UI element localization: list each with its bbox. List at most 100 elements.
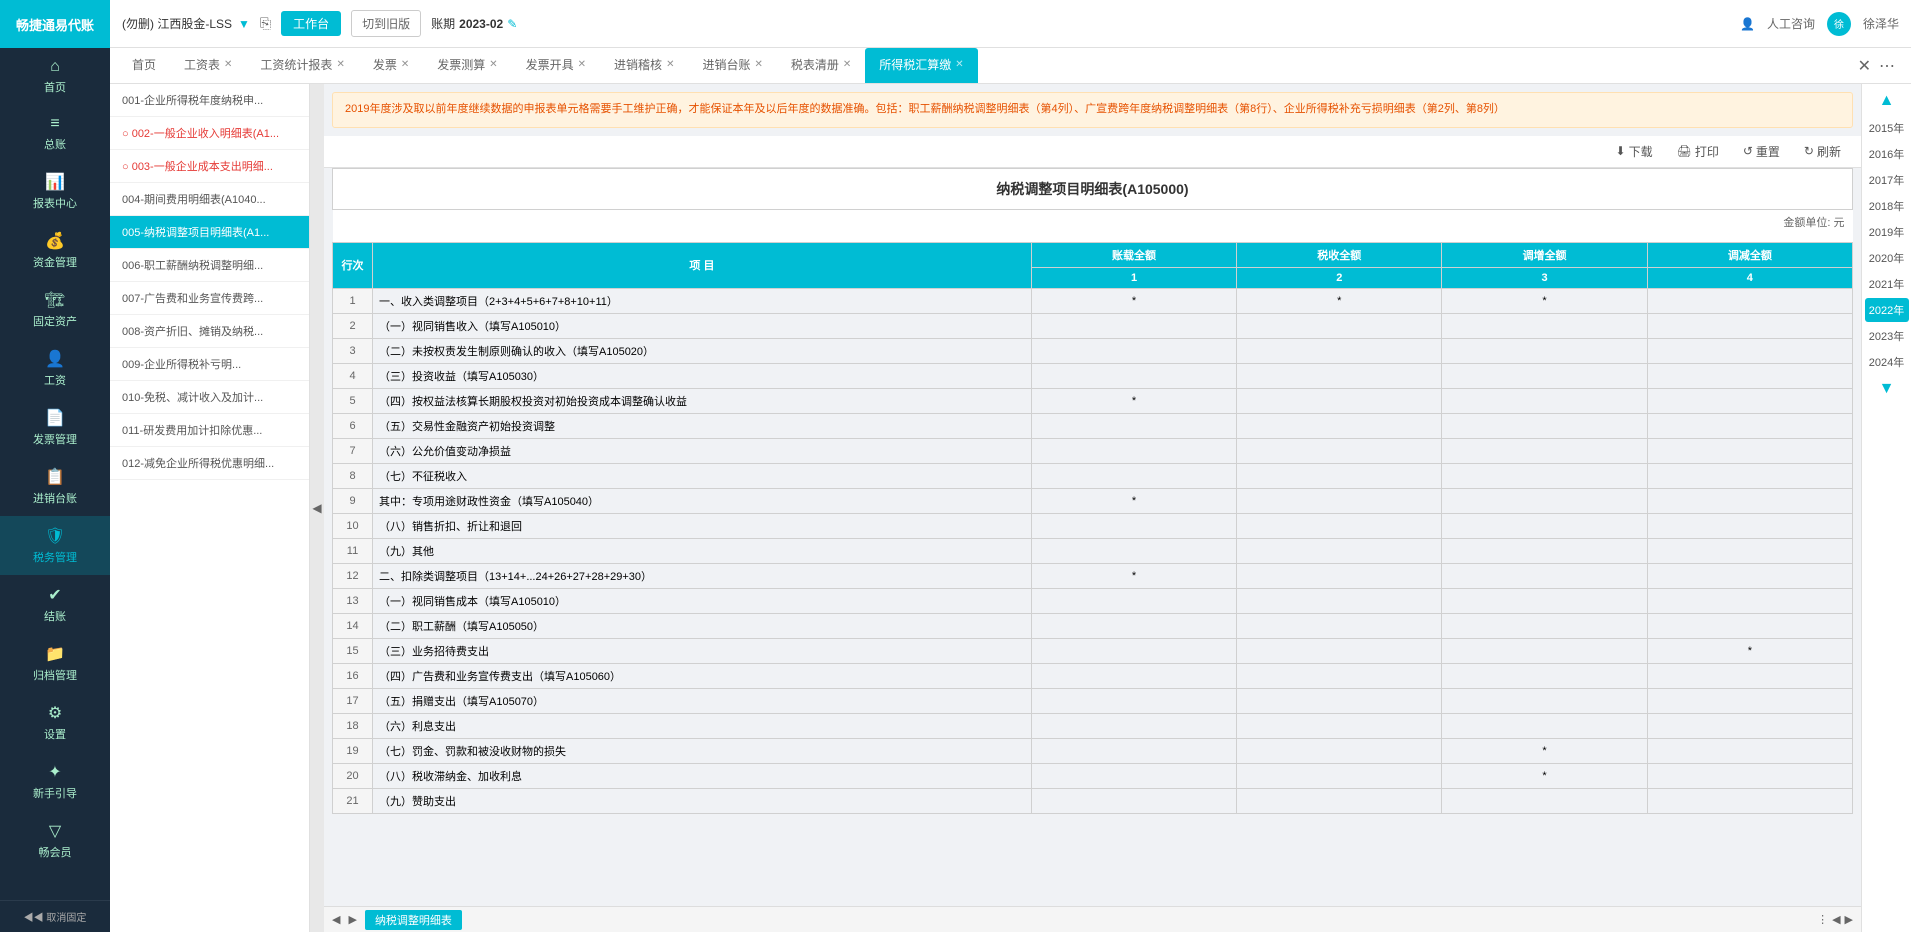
cell-v1-2[interactable] xyxy=(1031,338,1236,363)
cell-v2-18[interactable] xyxy=(1237,738,1442,763)
sidebar-item-guide[interactable]: ✦ 新手引导 xyxy=(0,752,110,811)
cell-v4-0[interactable] xyxy=(1647,288,1852,313)
cell-v4-4[interactable] xyxy=(1647,388,1852,413)
company-dropdown-icon[interactable]: ▼ xyxy=(238,17,250,31)
cell-v3-14[interactable] xyxy=(1442,638,1647,663)
tab-close-invoice-calc[interactable]: ✕ xyxy=(489,59,497,70)
cell-v2-8[interactable] xyxy=(1237,488,1442,513)
cell-v3-2[interactable] xyxy=(1442,338,1647,363)
cell-v3-8[interactable] xyxy=(1442,488,1647,513)
cell-v3-20[interactable] xyxy=(1442,788,1647,813)
sidebar-item-settings[interactable]: ⚙ 设置 xyxy=(0,693,110,752)
cell-v3-4[interactable] xyxy=(1442,388,1647,413)
cell-v4-5[interactable] xyxy=(1647,413,1852,438)
workbench-button[interactable]: 工作台 xyxy=(281,11,341,36)
download-button[interactable]: ⬇ 下载 xyxy=(1608,140,1661,163)
cell-v3-7[interactable] xyxy=(1442,463,1647,488)
left-panel-item-007[interactable]: 007-广告费和业务宣传费跨... xyxy=(110,282,309,315)
left-panel-item-002[interactable]: ○ 002-一般企业收入明细表(A1... xyxy=(110,117,309,150)
sidebar-item-member[interactable]: ▽ 畅会员 xyxy=(0,811,110,870)
cell-v1-9[interactable] xyxy=(1031,513,1236,538)
cell-v3-11[interactable] xyxy=(1442,563,1647,588)
sidebar-item-salary[interactable]: 👤 工资 xyxy=(0,339,110,398)
left-panel-item-011[interactable]: 011-研发费用加计扣除优惠... xyxy=(110,414,309,447)
cell-v4-16[interactable] xyxy=(1647,688,1852,713)
left-panel-item-001[interactable]: 001-企业所得税年度纳税申... xyxy=(110,84,309,117)
cell-v1-8[interactable]: * xyxy=(1031,488,1236,513)
cell-v2-9[interactable] xyxy=(1237,513,1442,538)
cell-v3-1[interactable] xyxy=(1442,313,1647,338)
close-all-icon[interactable]: ✕ xyxy=(1858,56,1871,76)
cell-v1-15[interactable] xyxy=(1031,663,1236,688)
sidebar-item-ledger[interactable]: ≡ 总账 xyxy=(0,105,110,162)
cell-v2-2[interactable] xyxy=(1237,338,1442,363)
cell-v3-3[interactable] xyxy=(1442,363,1647,388)
cell-v4-3[interactable] xyxy=(1647,363,1852,388)
left-panel-item-010[interactable]: 010-免税、减计收入及加计... xyxy=(110,381,309,414)
cell-v4-2[interactable] xyxy=(1647,338,1852,363)
cell-v4-1[interactable] xyxy=(1647,313,1852,338)
cell-v2-13[interactable] xyxy=(1237,613,1442,638)
tab-income-tax[interactable]: 所得税汇算缴 ✕ xyxy=(865,48,977,83)
print-button[interactable]: 🖨 打印 xyxy=(1669,140,1727,163)
cell-v3-10[interactable] xyxy=(1442,538,1647,563)
cell-v2-11[interactable] xyxy=(1237,563,1442,588)
cell-v2-6[interactable] xyxy=(1237,438,1442,463)
year-2023[interactable]: 2023年 xyxy=(1865,324,1909,348)
cell-v2-1[interactable] xyxy=(1237,313,1442,338)
sheet-nav-left[interactable]: ◀ xyxy=(332,913,340,926)
year-2016[interactable]: 2016年 xyxy=(1865,142,1909,166)
cell-v1-14[interactable] xyxy=(1031,638,1236,663)
cell-v4-17[interactable] xyxy=(1647,713,1852,738)
cell-v1-20[interactable] xyxy=(1031,788,1236,813)
cell-v2-5[interactable] xyxy=(1237,413,1442,438)
cell-v3-18[interactable]: * xyxy=(1442,738,1647,763)
left-panel-item-012[interactable]: 012-减免企业所得税优惠明细... xyxy=(110,447,309,480)
cell-v2-20[interactable] xyxy=(1237,788,1442,813)
refresh-button[interactable]: ↻ 刷新 xyxy=(1796,140,1849,163)
year-2022[interactable]: 2022年 xyxy=(1865,298,1909,322)
cell-v2-19[interactable] xyxy=(1237,763,1442,788)
tab-close-income-tax[interactable]: ✕ xyxy=(955,59,963,70)
tab-salary-stat[interactable]: 工资统计报表 ✕ xyxy=(246,48,358,83)
sidebar-item-home[interactable]: ⌂ 首页 xyxy=(0,48,110,105)
cell-v3-16[interactable] xyxy=(1442,688,1647,713)
cell-v1-16[interactable] xyxy=(1031,688,1236,713)
cell-v4-6[interactable] xyxy=(1647,438,1852,463)
user-label[interactable]: 徐泽华 xyxy=(1863,15,1899,32)
cell-v4-14[interactable]: * xyxy=(1647,638,1852,663)
year-2019[interactable]: 2019年 xyxy=(1865,220,1909,244)
cell-v4-7[interactable] xyxy=(1647,463,1852,488)
sidebar-item-fixed-asset[interactable]: 🏗 固定资产 xyxy=(0,280,110,339)
cell-v4-8[interactable] xyxy=(1647,488,1852,513)
cell-v4-10[interactable] xyxy=(1647,538,1852,563)
sidebar-item-report[interactable]: 📊 报表中心 xyxy=(0,162,110,221)
cell-v3-9[interactable] xyxy=(1442,513,1647,538)
cell-v1-10[interactable] xyxy=(1031,538,1236,563)
tab-close-salary-stat[interactable]: ✕ xyxy=(336,59,344,70)
sidebar-item-settlement[interactable]: ✔ 结账 xyxy=(0,575,110,634)
cell-v2-0[interactable]: * xyxy=(1237,288,1442,313)
left-panel-item-008[interactable]: 008-资产折旧、摊销及纳税... xyxy=(110,315,309,348)
tab-purchase-check[interactable]: 进销稽核 ✕ xyxy=(600,48,688,83)
left-panel-item-005[interactable]: 005-纳税调整项目明细表(A1... xyxy=(110,216,309,249)
cell-v3-17[interactable] xyxy=(1442,713,1647,738)
more-icon[interactable]: ⋯ xyxy=(1879,56,1895,76)
tab-close-purchase-check[interactable]: ✕ xyxy=(666,59,674,70)
cell-v4-9[interactable] xyxy=(1647,513,1852,538)
copy-icon[interactable]: ⎘ xyxy=(260,15,271,32)
period-edit-icon[interactable]: ✎ xyxy=(507,17,517,31)
cell-v2-14[interactable] xyxy=(1237,638,1442,663)
cell-v3-0[interactable]: * xyxy=(1442,288,1647,313)
cell-v1-13[interactable] xyxy=(1031,613,1236,638)
tab-close-tax-list[interactable]: ✕ xyxy=(843,59,851,70)
cell-v1-7[interactable] xyxy=(1031,463,1236,488)
left-panel-item-006[interactable]: 006-职工薪酬纳税调整明细... xyxy=(110,249,309,282)
cell-v4-19[interactable] xyxy=(1647,763,1852,788)
tab-purchase-ledger[interactable]: 进销台账 ✕ xyxy=(688,48,776,83)
period-value[interactable]: 2023-02 xyxy=(459,17,503,31)
cell-v4-12[interactable] xyxy=(1647,588,1852,613)
cell-v4-18[interactable] xyxy=(1647,738,1852,763)
cell-v4-20[interactable] xyxy=(1647,788,1852,813)
cell-v2-3[interactable] xyxy=(1237,363,1442,388)
